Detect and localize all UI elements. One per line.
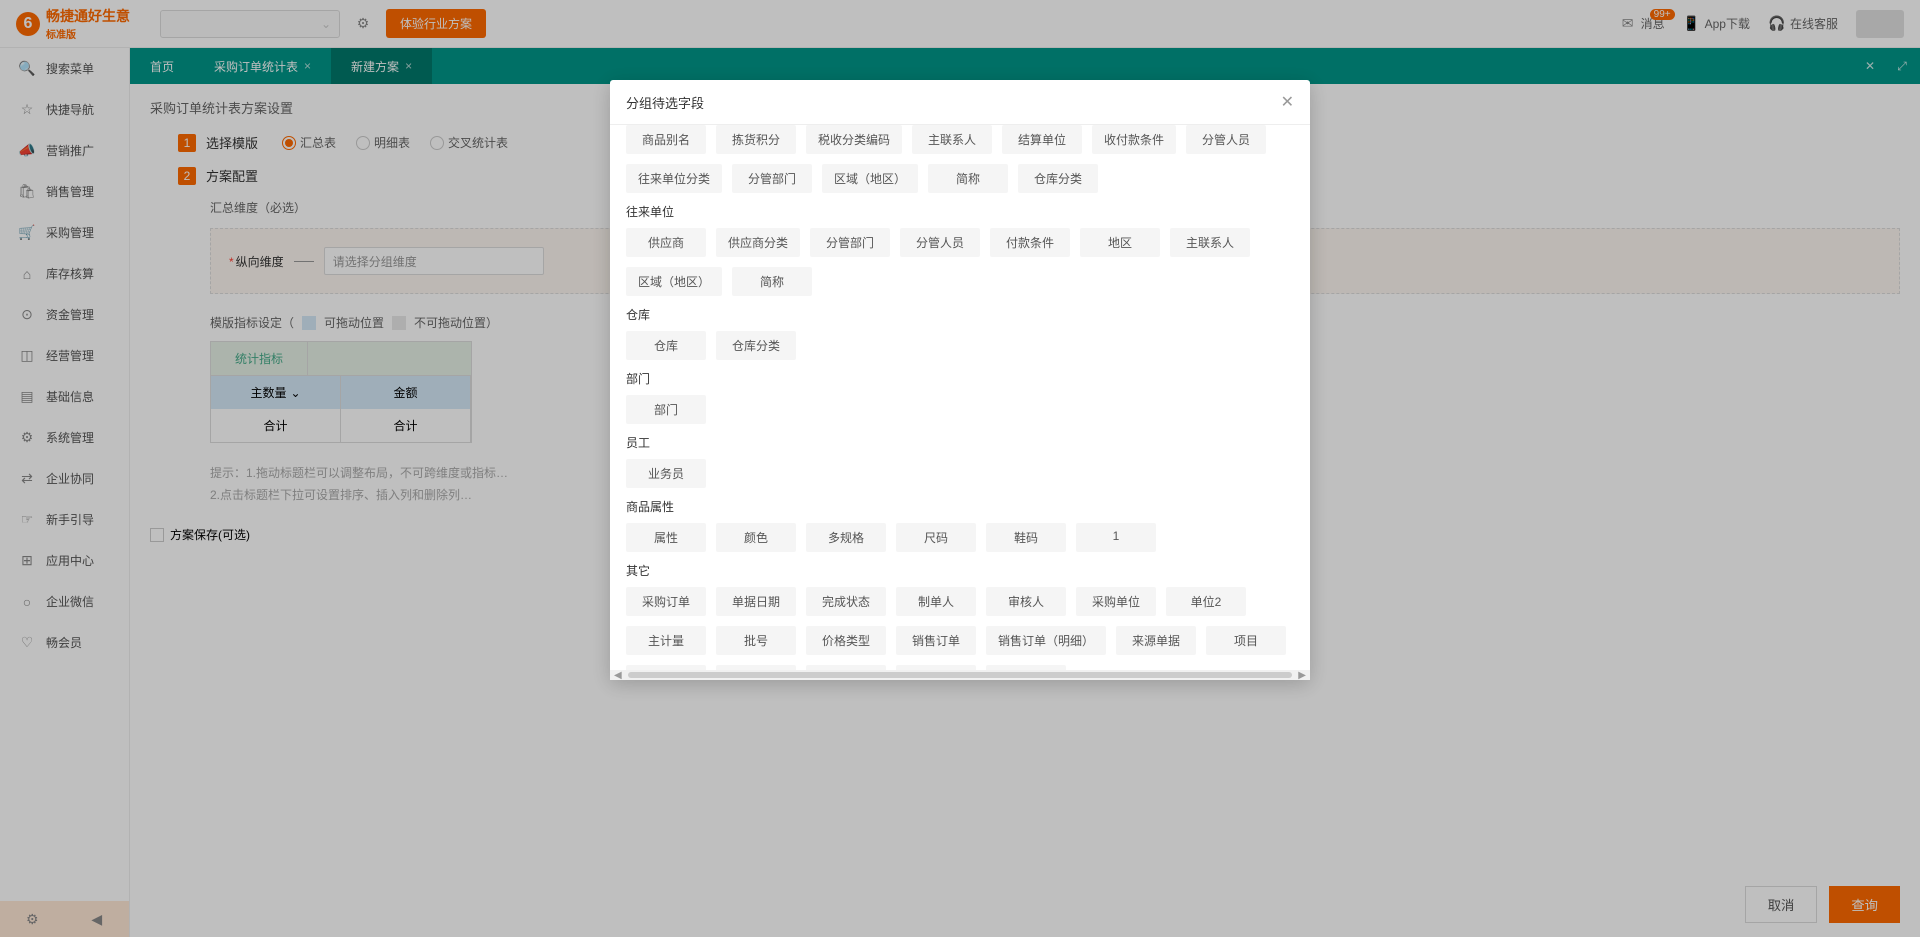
field-chip[interactable]: 单位2 bbox=[1166, 587, 1246, 616]
modal-title: 分组待选字段 bbox=[626, 93, 704, 112]
field-chip[interactable]: 区域（地区） bbox=[626, 267, 722, 296]
field-chip[interactable]: 往来单位分类 bbox=[626, 164, 722, 193]
field-chip[interactable]: 地区 bbox=[1080, 228, 1160, 257]
modal-section-title: 商品属性 bbox=[626, 498, 1294, 515]
field-chip[interactable]: 项目 bbox=[1206, 626, 1286, 655]
chip-row: 采购订单单据日期完成状态制单人审核人采购单位单位2 bbox=[626, 587, 1294, 616]
field-chip[interactable]: 分管部门 bbox=[732, 164, 812, 193]
modal-section-title: 其它 bbox=[626, 562, 1294, 579]
scroll-right-icon[interactable]: ▶ bbox=[1298, 670, 1306, 681]
field-chip[interactable]: 主计量 bbox=[626, 626, 706, 655]
field-chip[interactable]: 结算单位 bbox=[1002, 125, 1082, 154]
field-chip[interactable]: 单据日期 bbox=[716, 587, 796, 616]
modal-scrollbar-x[interactable]: ◀ ▶ bbox=[610, 670, 1310, 680]
field-chip[interactable]: 简称 bbox=[732, 267, 812, 296]
field-chip[interactable]: 仓库分类 bbox=[1018, 164, 1098, 193]
close-icon[interactable]: ✕ bbox=[1281, 92, 1294, 112]
modal-body: 商品别名拣货积分税收分类编码主联系人结算单位收付款条件分管人员往来单位分类分管部… bbox=[610, 125, 1310, 670]
field-chip[interactable]: 分管人员 bbox=[1186, 125, 1266, 154]
field-chip[interactable]: 供应商分类 bbox=[716, 228, 800, 257]
chip-row: 商品别名拣货积分税收分类编码主联系人结算单位收付款条件分管人员 bbox=[626, 125, 1294, 154]
field-selector-modal: 分组待选字段 ✕ 商品别名拣货积分税收分类编码主联系人结算单位收付款条件分管人员… bbox=[610, 80, 1310, 680]
field-chip[interactable]: 审核人 bbox=[986, 587, 1066, 616]
chip-row: 供应商供应商分类分管部门分管人员付款条件地区主联系人 bbox=[626, 228, 1294, 257]
field-chip[interactable]: 属性 bbox=[626, 523, 706, 552]
field-chip[interactable]: 鞋码 bbox=[986, 523, 1066, 552]
chip-row: 属性颜色多规格尺码鞋码 1 bbox=[626, 523, 1294, 552]
field-chip[interactable]: 价格类型 bbox=[806, 626, 886, 655]
field-chip[interactable]: 主联系人 bbox=[1170, 228, 1250, 257]
field-chip[interactable]: 采购订单 bbox=[626, 587, 706, 616]
field-chip[interactable]: 颜色 bbox=[716, 523, 796, 552]
modal-section-title: 部门 bbox=[626, 370, 1294, 387]
field-chip[interactable]: 仓库分类 bbox=[716, 331, 796, 360]
field-chip[interactable]: 来源单据 bbox=[1116, 626, 1196, 655]
field-chip[interactable]: 收付款条件 bbox=[1092, 125, 1176, 154]
field-chip[interactable]: 简称 bbox=[928, 164, 1008, 193]
field-chip[interactable]: 拣货积分 bbox=[716, 125, 796, 154]
field-chip[interactable]: 业务员 bbox=[626, 459, 706, 488]
field-chip[interactable]: 供应商 bbox=[626, 228, 706, 257]
field-chip[interactable]: 分管部门 bbox=[810, 228, 890, 257]
field-chip[interactable]: 主联系人 bbox=[912, 125, 992, 154]
field-chip[interactable]: 分管人员 bbox=[900, 228, 980, 257]
chip-row: 主计量批号价格类型销售订单销售订单（明细） 来源单据项目 bbox=[626, 626, 1294, 655]
chip-row: 部门 bbox=[626, 395, 1294, 424]
modal-section-title: 往来单位 bbox=[626, 203, 1294, 220]
chip-row: 往来单位分类分管部门区域（地区） 简称仓库分类 bbox=[626, 164, 1294, 193]
field-chip[interactable]: 商品别名 bbox=[626, 125, 706, 154]
modal-section-title: 员工 bbox=[626, 434, 1294, 451]
field-chip[interactable]: 采购单位 bbox=[1076, 587, 1156, 616]
field-chip[interactable]: 批号 bbox=[716, 626, 796, 655]
field-chip[interactable]: 完成状态 bbox=[806, 587, 886, 616]
modal-section-title: 仓库 bbox=[626, 306, 1294, 323]
field-chip[interactable]: 区域（地区） bbox=[822, 164, 918, 193]
field-chip[interactable]: 尺码 bbox=[896, 523, 976, 552]
field-chip[interactable]: 税收分类编码 bbox=[806, 125, 902, 154]
field-chip[interactable]: 部门 bbox=[626, 395, 706, 424]
field-chip[interactable]: 制单人 bbox=[896, 587, 976, 616]
scroll-left-icon[interactable]: ◀ bbox=[614, 670, 622, 681]
field-chip[interactable]: 1 bbox=[1076, 523, 1156, 552]
modal-header: 分组待选字段 ✕ bbox=[610, 80, 1310, 125]
scroll-thumb[interactable] bbox=[628, 672, 1293, 678]
field-chip[interactable]: 销售订单（明细） bbox=[986, 626, 1106, 655]
field-chip[interactable]: 仓库 bbox=[626, 331, 706, 360]
chip-row: 区域（地区） 简称 bbox=[626, 267, 1294, 296]
field-chip[interactable]: 销售订单 bbox=[896, 626, 976, 655]
chip-row: 仓库仓库分类 bbox=[626, 331, 1294, 360]
field-chip[interactable]: 付款条件 bbox=[990, 228, 1070, 257]
field-chip[interactable]: 多规格 bbox=[806, 523, 886, 552]
chip-row: 业务员 bbox=[626, 459, 1294, 488]
